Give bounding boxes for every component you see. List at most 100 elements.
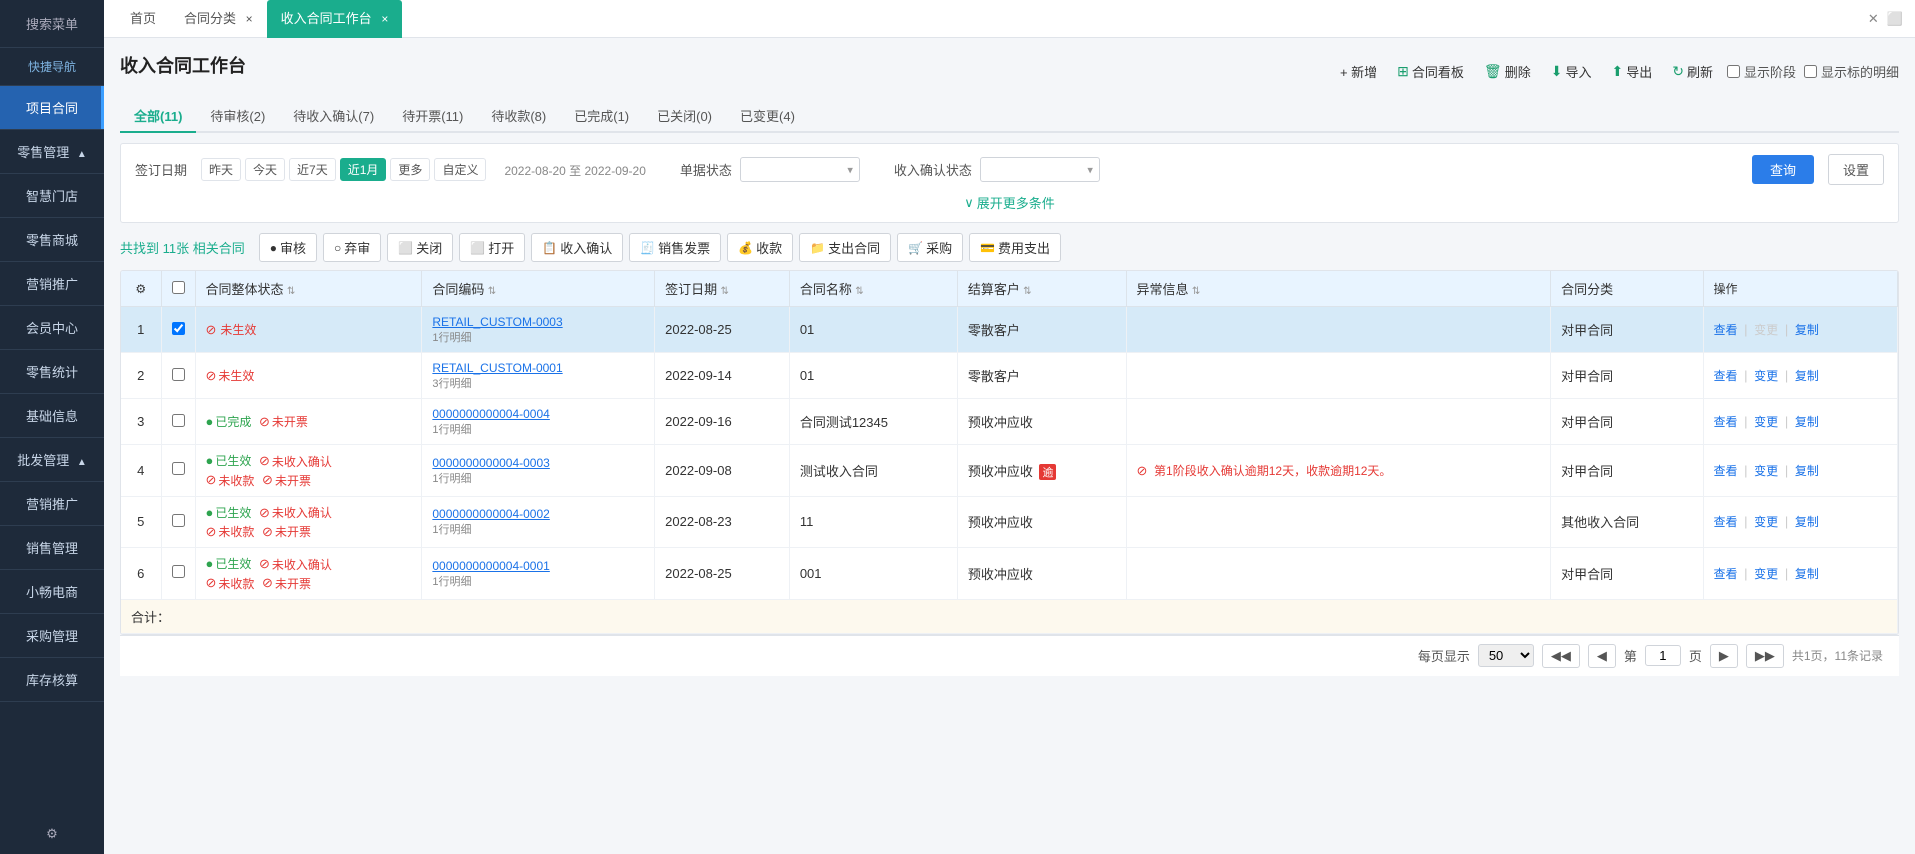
- change-btn[interactable]: 变更: [1754, 323, 1778, 337]
- payment-btn[interactable]: 💰 收款: [727, 233, 793, 262]
- status-tab-all[interactable]: 全部(11): [120, 100, 196, 133]
- date-btn-yesterday[interactable]: 昨天: [201, 158, 241, 181]
- row-checkbox[interactable]: [172, 565, 185, 578]
- status-tab-pending-income-confirm[interactable]: 待收入确认(7): [279, 100, 388, 133]
- sidebar-item-inventory[interactable]: 库存核算: [0, 658, 104, 702]
- expense-contract-btn[interactable]: 📁 支出合同: [799, 233, 891, 262]
- last-page-btn[interactable]: ▶▶: [1746, 644, 1784, 668]
- kanban-btn[interactable]: ⊞ 合同看板: [1391, 59, 1470, 84]
- sidebar-item-retail-stats[interactable]: 零售统计: [0, 350, 104, 394]
- sidebar-item-sales-mgmt[interactable]: 销售管理: [0, 526, 104, 570]
- status-tab-pending-review[interactable]: 待审核(2): [196, 100, 279, 133]
- close-contract-btn[interactable]: ⬜ 关闭: [387, 233, 453, 262]
- show-mark-detail-checkbox[interactable]: 显示标的明细: [1804, 62, 1899, 81]
- tab-income-contract-workbench[interactable]: 收入合同工作台 ×: [267, 0, 403, 38]
- row-checkbox[interactable]: [172, 514, 185, 527]
- settings-icon[interactable]: ⚙: [0, 814, 104, 854]
- new-btn[interactable]: + 新增: [1334, 59, 1383, 84]
- sales-invoice-btn[interactable]: 🧾 销售发票: [629, 233, 721, 262]
- doc-status-select[interactable]: [740, 157, 860, 182]
- sort-icon-name[interactable]: ⇅: [855, 286, 863, 297]
- status-tab-pending-invoice[interactable]: 待开票(11): [388, 100, 477, 133]
- sidebar-item-marketing[interactable]: 营销推广: [0, 262, 104, 306]
- change-btn[interactable]: 变更: [1754, 567, 1778, 581]
- sort-icon-abnormal[interactable]: ⇅: [1192, 286, 1200, 297]
- view-btn[interactable]: 查看: [1714, 464, 1738, 478]
- row-checkbox[interactable]: [172, 414, 185, 427]
- view-btn[interactable]: 查看: [1714, 567, 1738, 581]
- sidebar-item-purchase-mgmt[interactable]: 采购管理: [0, 614, 104, 658]
- sidebar-item-smart-store[interactable]: 智慧门店: [0, 174, 104, 218]
- delete-btn[interactable]: 🗑 删除: [1478, 59, 1537, 84]
- sidebar-item-project-contract[interactable]: 项目合同: [0, 86, 104, 130]
- next-page-btn[interactable]: ▶: [1710, 644, 1738, 668]
- sort-icon-status[interactable]: ⇅: [287, 286, 295, 297]
- open-contract-btn[interactable]: ⬜ 打开: [459, 233, 525, 262]
- sidebar-item-basic-info[interactable]: 基础信息: [0, 394, 104, 438]
- maximize-btn[interactable]: ⬜: [1887, 11, 1903, 27]
- view-btn[interactable]: 查看: [1714, 323, 1738, 337]
- income-confirm-btn[interactable]: 📋 收入确认: [531, 233, 623, 262]
- status-tab-completed[interactable]: 已完成(1): [560, 100, 643, 133]
- sidebar-item-marketing-2[interactable]: 营销推广: [0, 482, 104, 526]
- first-page-btn[interactable]: ◀◀: [1542, 644, 1580, 668]
- sidebar-item-ecommerce[interactable]: 小畅电商: [0, 570, 104, 614]
- th-setting[interactable]: ⚙: [121, 271, 161, 307]
- row-checkbox[interactable]: [172, 462, 185, 475]
- contract-code-link[interactable]: 0000000000004-0002: [432, 507, 549, 521]
- export-btn[interactable]: ⬆ 导出: [1605, 59, 1658, 84]
- date-btn-7days[interactable]: 近7天: [289, 158, 336, 181]
- view-btn[interactable]: 查看: [1714, 415, 1738, 429]
- contract-code-link[interactable]: RETAIL_CUSTOM-0003: [432, 315, 562, 329]
- import-btn[interactable]: ⬇ 导入: [1545, 59, 1598, 84]
- date-btn-custom[interactable]: 自定义: [434, 158, 486, 181]
- tab-home[interactable]: 首页: [116, 0, 170, 38]
- select-all-checkbox[interactable]: [172, 281, 185, 294]
- change-btn[interactable]: 变更: [1754, 369, 1778, 383]
- row-checkbox[interactable]: [172, 368, 185, 381]
- contract-code-link[interactable]: 0000000000004-0004: [432, 407, 549, 421]
- row-checkbox[interactable]: [172, 322, 185, 335]
- copy-btn[interactable]: 复制: [1795, 515, 1819, 529]
- date-btn-more[interactable]: 更多: [390, 158, 430, 181]
- copy-btn[interactable]: 复制: [1795, 464, 1819, 478]
- copy-btn[interactable]: 复制: [1795, 567, 1819, 581]
- refresh-btn[interactable]: ↻ 刷新: [1666, 59, 1719, 84]
- close-window-btn[interactable]: ✕: [1868, 11, 1879, 27]
- page-input[interactable]: [1645, 645, 1681, 666]
- view-btn[interactable]: 查看: [1714, 515, 1738, 529]
- close-tab-income-contract[interactable]: ×: [381, 12, 388, 26]
- sort-icon-customer[interactable]: ⇅: [1023, 286, 1031, 297]
- change-btn[interactable]: 变更: [1754, 515, 1778, 529]
- per-page-select[interactable]: 50 10 20 100: [1478, 644, 1534, 667]
- tab-contract-category[interactable]: 合同分类 ×: [170, 0, 267, 38]
- sidebar-search[interactable]: 搜索菜单: [0, 0, 104, 48]
- discard-audit-btn[interactable]: ○ 弃审: [323, 233, 381, 262]
- receipt-confirm-select[interactable]: [980, 157, 1100, 182]
- sidebar-quick-nav[interactable]: 快捷导航: [0, 48, 104, 86]
- change-btn[interactable]: 变更: [1754, 415, 1778, 429]
- audit-btn[interactable]: ● 审核: [259, 233, 317, 262]
- sort-icon-date[interactable]: ⇅: [721, 286, 729, 297]
- show-stage-checkbox[interactable]: 显示阶段: [1727, 62, 1796, 81]
- view-btn[interactable]: 查看: [1714, 369, 1738, 383]
- close-tab-contract-category[interactable]: ×: [246, 12, 253, 26]
- expense-btn[interactable]: 💳 费用支出: [969, 233, 1061, 262]
- status-tab-closed[interactable]: 已关闭(0): [643, 100, 726, 133]
- sidebar-item-retail-mall[interactable]: 零售商城: [0, 218, 104, 262]
- expand-more-filters-btn[interactable]: ∨ 展开更多条件: [964, 193, 1055, 212]
- date-btn-1month[interactable]: 近1月: [340, 158, 387, 181]
- purchase-btn[interactable]: 🛒 采购: [897, 233, 963, 262]
- contract-code-link[interactable]: 0000000000004-0001: [432, 559, 549, 573]
- status-tab-changed[interactable]: 已变更(4): [726, 100, 809, 133]
- copy-btn[interactable]: 复制: [1795, 323, 1819, 337]
- set-btn[interactable]: 设置: [1828, 154, 1884, 185]
- sidebar-item-wholesale-mgmt[interactable]: 批发管理 ▲: [0, 438, 104, 482]
- status-tab-pending-payment[interactable]: 待收款(8): [477, 100, 560, 133]
- contract-code-link[interactable]: 0000000000004-0003: [432, 456, 549, 470]
- sidebar-item-member-center[interactable]: 会员中心: [0, 306, 104, 350]
- prev-page-btn[interactable]: ◀: [1588, 644, 1616, 668]
- contract-code-link[interactable]: RETAIL_CUSTOM-0001: [432, 361, 562, 375]
- copy-btn[interactable]: 复制: [1795, 369, 1819, 383]
- date-btn-today[interactable]: 今天: [245, 158, 285, 181]
